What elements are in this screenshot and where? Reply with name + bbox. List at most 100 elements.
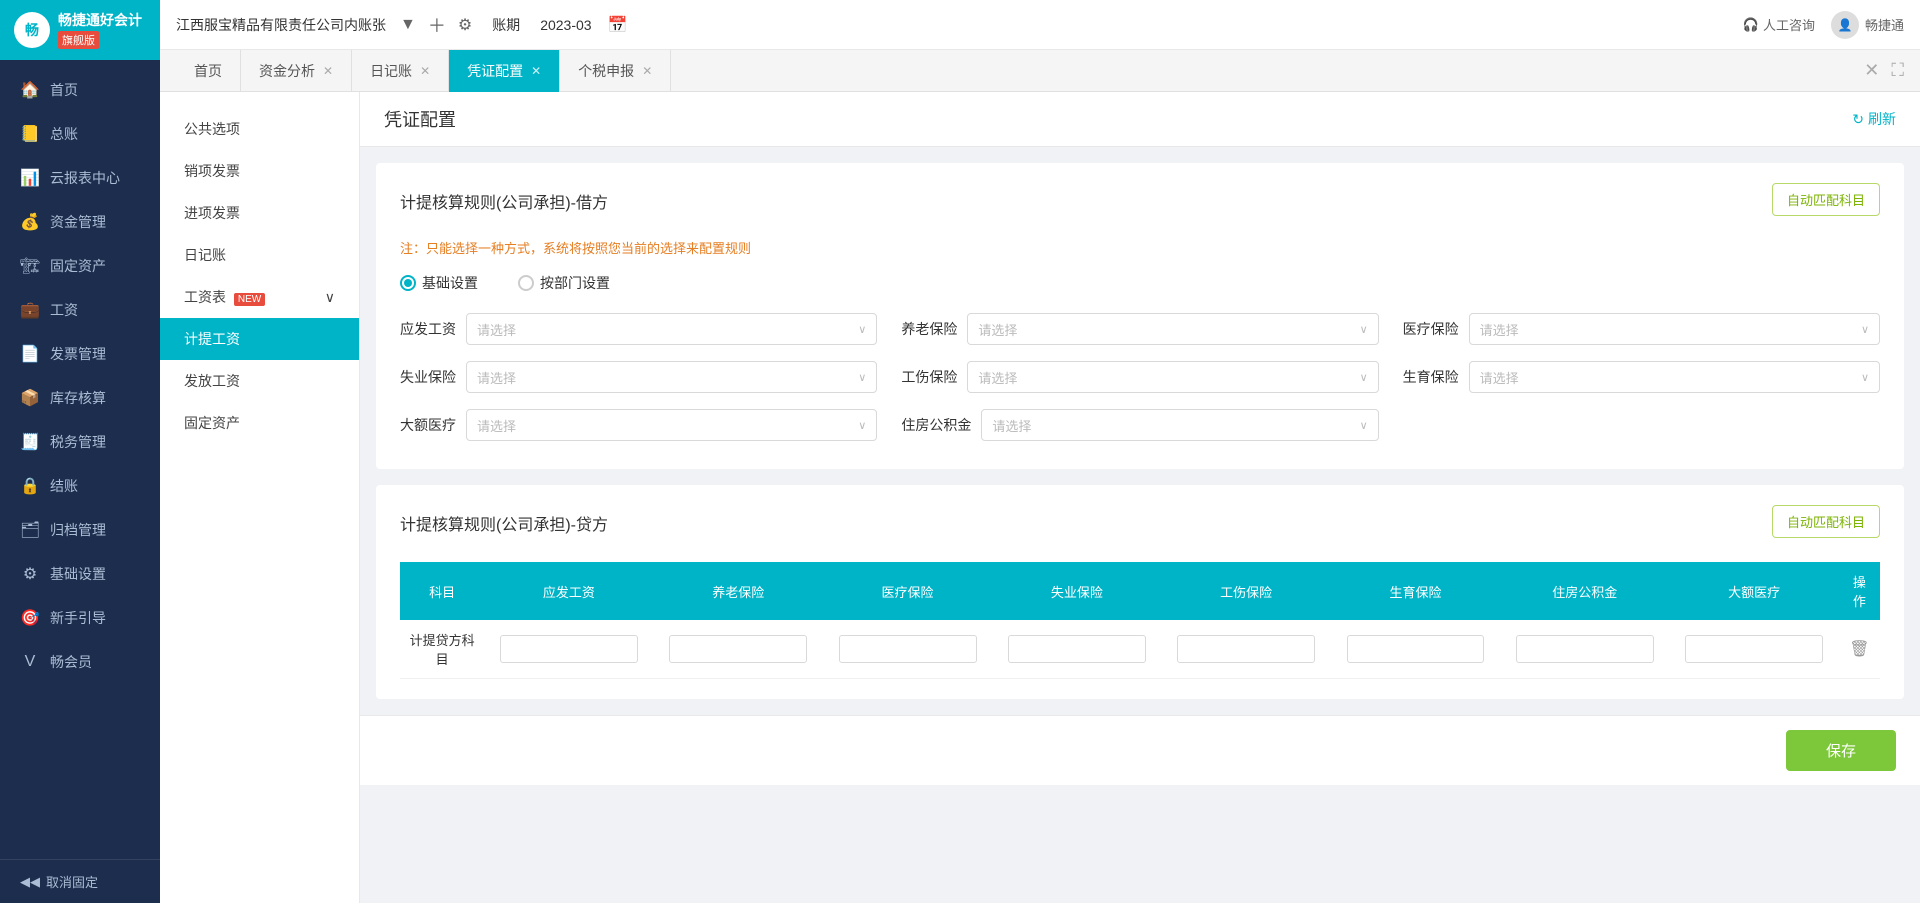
sidebar-item-archive[interactable]: 🗂 归档管理	[0, 508, 160, 552]
home-icon: 🏠	[20, 80, 40, 100]
label-shengyu: 生育保险	[1403, 367, 1459, 387]
sidebar-item-tax[interactable]: 🧾 税务管理	[0, 420, 160, 464]
sidebar-label-invoice: 发票管理	[50, 344, 106, 364]
col-daeyiliao: 大额医疗	[1669, 562, 1838, 620]
sidebar-label-close: 结账	[50, 476, 78, 496]
radio-basic-settings[interactable]: 基础设置	[400, 273, 478, 293]
sidebar-item-guide[interactable]: 🎯 新手引导	[0, 596, 160, 640]
close-period-icon: 🔒	[20, 476, 40, 496]
main-panel: 凭证配置 ↻ 刷新 计提核算规则(公司承担)-借方 自动匹配科目 注：只能选择一…	[360, 92, 1920, 903]
select-shiye[interactable]: 请选择 ∨	[466, 361, 877, 393]
chevron-down-icon: ∨	[1360, 371, 1368, 384]
select-shengyu[interactable]: 请选择 ∨	[1469, 361, 1880, 393]
tab-funds-analysis[interactable]: 资金分析 ✕	[241, 50, 352, 92]
chevron-down-icon: ∨	[1360, 323, 1368, 336]
debit-auto-match-btn[interactable]: 自动匹配科目	[1772, 183, 1880, 216]
menu-salary-table[interactable]: 工资表 NEW ∨	[160, 276, 359, 318]
sidebar-label-guide: 新手引导	[50, 608, 106, 628]
credit-section-title: 计提核算规则(公司承担)-贷方	[400, 511, 608, 535]
col-gongshang: 工伤保险	[1162, 562, 1331, 620]
inventory-icon: 📦	[20, 388, 40, 408]
sidebar-item-salary[interactable]: 💼 工资	[0, 288, 160, 332]
radio-group: 基础设置 按部门设置	[400, 273, 1880, 293]
delete-icon[interactable]: 🗑	[1849, 641, 1869, 658]
sidebar-item-vip[interactable]: V 畅会员	[0, 640, 160, 684]
select-daeyiliao[interactable]: 请选择 ∨	[466, 409, 877, 441]
input-yingfa[interactable]	[500, 635, 638, 663]
menu-fixed-assets[interactable]: 固定资产	[160, 402, 359, 444]
chevron-down-icon: ∨	[858, 419, 866, 432]
radio-dept-settings[interactable]: 按部门设置	[518, 273, 610, 293]
close-tab-journal[interactable]: ✕	[420, 64, 430, 78]
sidebar-item-ledger[interactable]: 📒 总账	[0, 112, 160, 156]
refresh-btn[interactable]: ↻ 刷新	[1852, 109, 1896, 129]
col-action: 操作	[1839, 562, 1880, 620]
app-badge: 旗舰版	[58, 31, 99, 49]
table-row: 计提贷方科目 🗑	[400, 620, 1880, 679]
menu-public[interactable]: 公共选项	[160, 108, 359, 150]
sidebar-nav: 🏠 首页 📒 总账 📊 云报表中心 💰 资金管理 🏗 固定资产 💼 工资 📄 发…	[0, 60, 160, 859]
col-subject: 科目	[400, 562, 484, 620]
menu-sales-invoice[interactable]: 销项发票	[160, 150, 359, 192]
sidebar-label-settings: 基础设置	[50, 564, 106, 584]
select-yanglao[interactable]: 请选择 ∨	[967, 313, 1378, 345]
close-tab-tax[interactable]: ✕	[642, 64, 652, 78]
sidebar-item-settings[interactable]: ⚙ 基础设置	[0, 552, 160, 596]
input-shiye[interactable]	[1008, 635, 1146, 663]
sidebar-item-close[interactable]: 🔒 结账	[0, 464, 160, 508]
save-button[interactable]: 保存	[1786, 730, 1896, 771]
gear-icon[interactable]: ⚙	[458, 15, 472, 35]
fullscreen-btn[interactable]: ⛶	[1891, 60, 1904, 81]
menu-journal[interactable]: 日记账	[160, 234, 359, 276]
close-window-btn[interactable]: ✕	[1864, 60, 1879, 81]
label-yiliao: 医疗保险	[1403, 319, 1459, 339]
input-shengyu[interactable]	[1347, 635, 1485, 663]
tabbar-controls: ✕ ⛶	[1864, 60, 1904, 81]
tab-voucher-config[interactable]: 凭证配置 ✕	[449, 50, 560, 92]
credit-table: 科目 应发工资 养老保险 医疗保险 失业保险 工伤保险 生育保险 住房公积金 大…	[400, 562, 1880, 679]
tab-tax[interactable]: 个税申报 ✕	[560, 50, 671, 92]
salary-icon: 💼	[20, 300, 40, 320]
add-account-btn[interactable]: ＋	[428, 12, 446, 38]
save-bar: 保存	[360, 715, 1920, 785]
sidebar-label-assets: 固定资产	[50, 256, 106, 276]
input-zhufang[interactable]	[1516, 635, 1654, 663]
input-gongshang[interactable]	[1177, 635, 1315, 663]
table-header-row: 科目 应发工资 养老保险 医疗保险 失业保险 工伤保险 生育保险 住房公积金 大…	[400, 562, 1880, 620]
field-yanglao: 养老保险 请选择 ∨	[901, 313, 1378, 345]
sidebar-item-inventory[interactable]: 📦 库存核算	[0, 376, 160, 420]
close-tab-voucher[interactable]: ✕	[531, 64, 541, 78]
sidebar-item-invoice[interactable]: 📄 发票管理	[0, 332, 160, 376]
app-name: 畅捷通好会计	[58, 11, 142, 29]
settings-icon: ⚙	[20, 564, 40, 584]
select-zhufang[interactable]: 请选择 ∨	[981, 409, 1378, 441]
company-dropdown-icon[interactable]: ▼	[400, 16, 416, 34]
calendar-icon[interactable]: 📅	[608, 15, 628, 35]
credit-auto-match-btn[interactable]: 自动匹配科目	[1772, 505, 1880, 538]
menu-calc-salary[interactable]: 计提工资	[160, 318, 359, 360]
service-btn[interactable]: 🎧 人工咨询	[1743, 15, 1815, 34]
sidebar-item-funds[interactable]: 💰 资金管理	[0, 200, 160, 244]
menu-purchase-invoice[interactable]: 进项发票	[160, 192, 359, 234]
label-zhufang: 住房公积金	[901, 415, 971, 435]
select-yingfa[interactable]: 请选择 ∨	[466, 313, 877, 345]
input-yanglao[interactable]	[669, 635, 807, 663]
field-daeyiliao: 大额医疗 请选择 ∨	[400, 409, 877, 441]
sidebar-label-archive: 归档管理	[50, 520, 106, 540]
tab-home[interactable]: 首页	[176, 50, 241, 92]
menu-pay-salary[interactable]: 发放工资	[160, 360, 359, 402]
row-label: 计提贷方科目	[400, 620, 484, 679]
select-yiliao[interactable]: 请选择 ∨	[1469, 313, 1880, 345]
sidebar-item-home[interactable]: 🏠 首页	[0, 68, 160, 112]
field-shiye: 失业保险 请选择 ∨	[400, 361, 877, 393]
tab-journal[interactable]: 日记账 ✕	[352, 50, 449, 92]
cancel-fixed-btn[interactable]: ◀◀ 取消固定	[0, 859, 160, 903]
user-menu[interactable]: 👤 畅捷通	[1831, 11, 1904, 39]
sidebar-item-assets[interactable]: 🏗 固定资产	[0, 244, 160, 288]
input-yiliao[interactable]	[839, 635, 977, 663]
sidebar-item-reports[interactable]: 📊 云报表中心	[0, 156, 160, 200]
close-tab-funds[interactable]: ✕	[323, 64, 333, 78]
input-daeyiliao[interactable]	[1685, 635, 1823, 663]
select-gongshang[interactable]: 请选择 ∨	[967, 361, 1378, 393]
col-yiliao: 医疗保险	[823, 562, 992, 620]
